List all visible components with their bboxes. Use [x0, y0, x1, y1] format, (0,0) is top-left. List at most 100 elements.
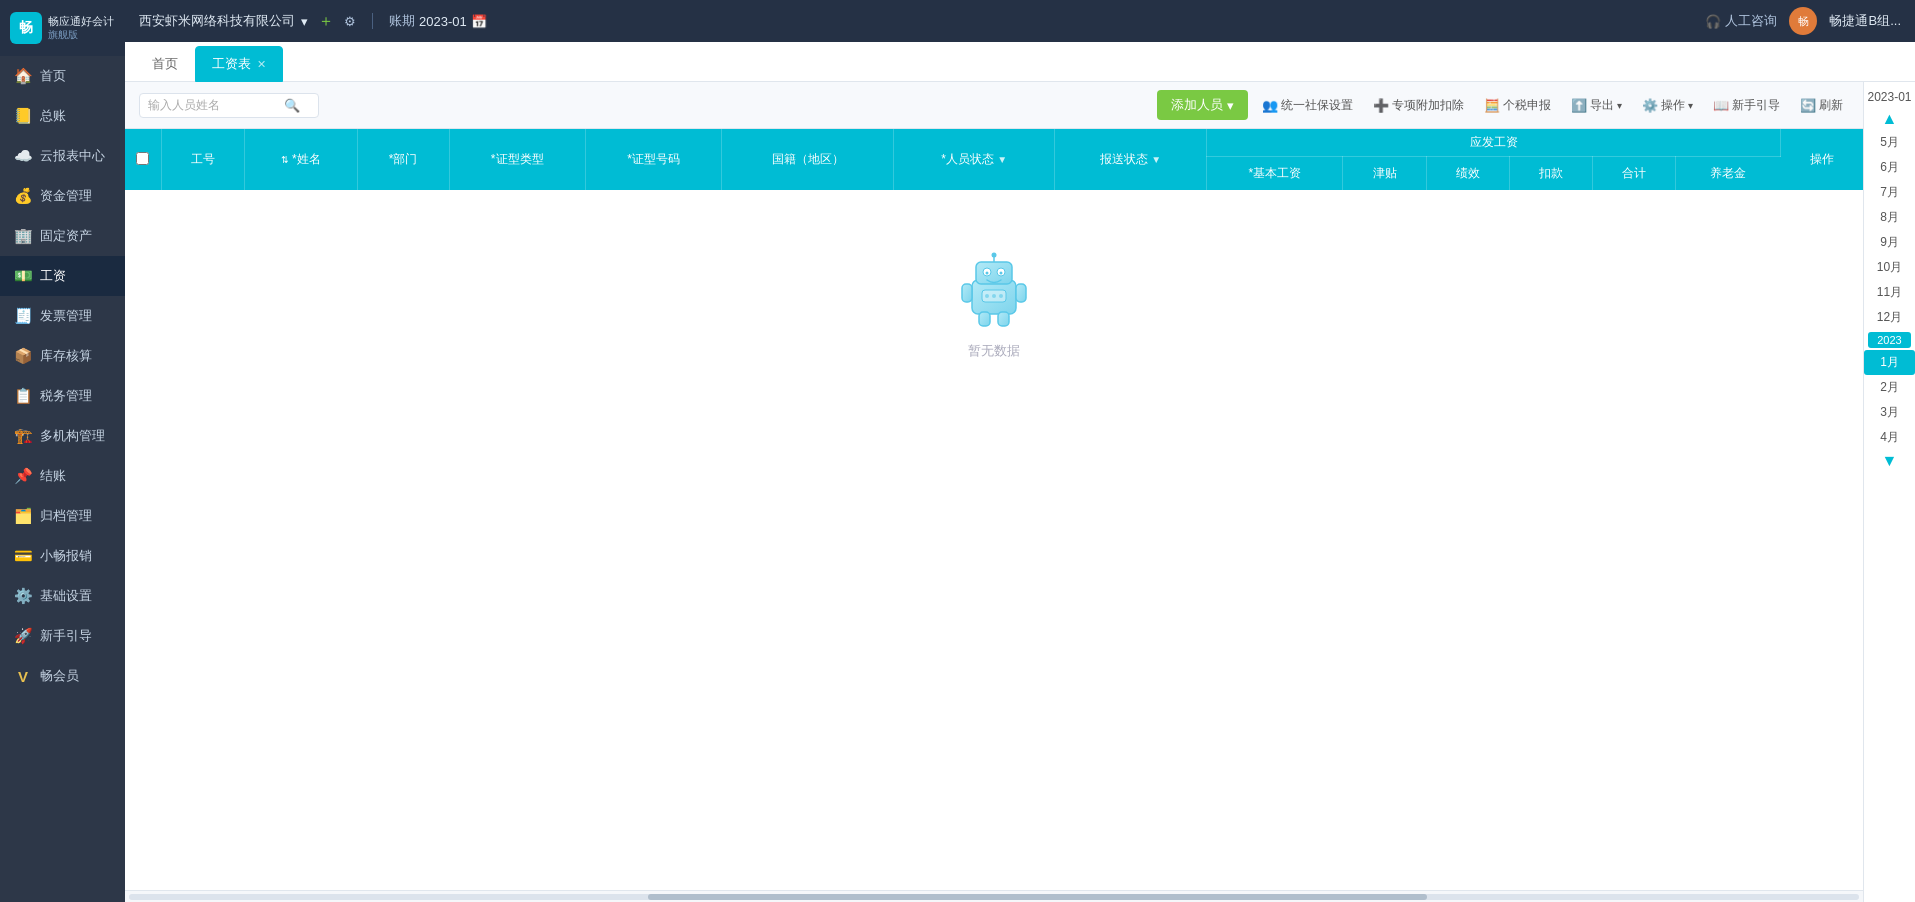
ledger-icon: 📒	[14, 107, 32, 125]
sidebar-item-guide[interactable]: 🚀 新手引导	[0, 616, 125, 656]
export-label: 导出	[1590, 97, 1614, 114]
select-all-checkbox[interactable]	[136, 152, 149, 165]
month-item-2023-03[interactable]: 3月	[1864, 400, 1915, 425]
export-icon: ⬆️	[1571, 98, 1587, 113]
sidebar-item-inventory[interactable]: 📦 库存核算	[0, 336, 125, 376]
month-item-2022-08[interactable]: 8月	[1864, 205, 1915, 230]
sidebar: 畅 畅应通好会计 旗舰版 🏠 首页 📒 总账 ☁️ 云报表中心 💰 资金管理 🏢…	[0, 0, 125, 902]
th-dept: *部门	[357, 129, 449, 190]
month-item-2022-10[interactable]: 10月	[1864, 255, 1915, 280]
sidebar-item-invoice[interactable]: 🧾 发票管理	[0, 296, 125, 336]
operate-dropdown: ▾	[1688, 100, 1693, 111]
content-area: 🔍 添加人员 ▾ 👥 统一社保设置 ➕ 专项附加扣除	[125, 82, 1915, 902]
th-report-status: 报送状态 ▼	[1055, 129, 1207, 190]
close-period-icon: 📌	[14, 467, 32, 485]
social-settings-label: 统一社保设置	[1281, 97, 1353, 114]
company-selector[interactable]: 西安虾米网络科技有限公司 ▾	[139, 12, 308, 30]
refresh-icon: 🔄	[1800, 98, 1816, 113]
scrollbar-area[interactable]	[125, 890, 1863, 902]
company-dropdown-icon: ▾	[301, 14, 308, 29]
sidebar-item-close[interactable]: 📌 结账	[0, 456, 125, 496]
month-nav-up[interactable]: ▲	[1864, 108, 1915, 130]
th-performance: 绩效	[1426, 157, 1509, 191]
topbar: 西安虾米网络科技有限公司 ▾ ＋ ⚙ 账期 2023-01 📅 🎧 人工咨询 畅…	[125, 0, 1915, 42]
settings-icon: ⚙️	[14, 587, 32, 605]
month-item-2023-01[interactable]: 1月	[1864, 350, 1915, 375]
multi-org-icon: 🏗️	[14, 427, 32, 445]
empty-text: 暂无数据	[968, 342, 1020, 360]
month-item-2022-06[interactable]: 6月	[1864, 155, 1915, 180]
th-action: 操作	[1781, 129, 1864, 190]
table-wrapper: 工号 ⇅ *姓名 *部门 *证型类型 *证型号码 国籍（地区） *人员状态 ▼ …	[125, 129, 1863, 890]
invoice-icon: 🧾	[14, 307, 32, 325]
search-input[interactable]	[148, 98, 278, 112]
sidebar-item-fixed-asset[interactable]: 🏢 固定资产	[0, 216, 125, 256]
sidebar-item-cloud-report[interactable]: ☁️ 云报表中心	[0, 136, 125, 176]
social-settings-btn[interactable]: 👥 统一社保设置	[1256, 93, 1359, 118]
personal-tax-btn[interactable]: 🧮 个税申报	[1478, 93, 1557, 118]
operate-btn[interactable]: ⚙️ 操作 ▾	[1636, 93, 1699, 118]
sidebar-item-fund[interactable]: 💰 资金管理	[0, 176, 125, 216]
operate-label: 操作	[1661, 97, 1685, 114]
th-cert-type: *证型类型	[449, 129, 585, 190]
search-box: 🔍	[139, 93, 319, 118]
month-item-2023-04[interactable]: 4月	[1864, 425, 1915, 450]
sidebar-item-ledger[interactable]: 📒 总账	[0, 96, 125, 136]
report-status-filter-icon[interactable]: ▼	[1151, 154, 1161, 165]
tab-home[interactable]: 首页	[135, 46, 195, 82]
tab-salary[interactable]: 工资表 ✕	[195, 46, 283, 82]
th-total: 合计	[1593, 157, 1676, 191]
refresh-btn[interactable]: 🔄 刷新	[1794, 93, 1849, 118]
sidebar-item-archive[interactable]: 🗂️ 归档管理	[0, 496, 125, 536]
sidebar-item-salary[interactable]: 💵 工资	[0, 256, 125, 296]
human-service-btn[interactable]: 🎧 人工咨询	[1705, 12, 1777, 30]
sidebar-item-member[interactable]: V 畅会员	[0, 656, 125, 696]
sidebar-item-multi-org[interactable]: 🏗️ 多机构管理	[0, 416, 125, 456]
empty-robot-icon	[954, 250, 1034, 330]
month-item-2022-09[interactable]: 9月	[1864, 230, 1915, 255]
emp-status-filter-icon[interactable]: ▼	[997, 154, 1007, 165]
sidebar-item-home[interactable]: 🏠 首页	[0, 56, 125, 96]
svg-rect-1	[976, 262, 1012, 284]
th-emp-no: 工号	[161, 129, 244, 190]
month-item-2022-11[interactable]: 11月	[1864, 280, 1915, 305]
toolbar-right: 添加人员 ▾ 👥 统一社保设置 ➕ 专项附加扣除 🧮 个税申报	[1157, 90, 1849, 120]
guide-icon: 🚀	[14, 627, 32, 645]
sidebar-label-guide: 新手引导	[40, 627, 92, 645]
topbar-add-icon[interactable]: ＋	[318, 11, 334, 32]
sidebar-item-expense[interactable]: 💳 小畅报销	[0, 536, 125, 576]
tab-close-salary[interactable]: ✕	[257, 58, 266, 71]
export-btn[interactable]: ⬆️ 导出 ▾	[1565, 93, 1628, 118]
sidebar-label-settings: 基础设置	[40, 587, 92, 605]
salary-icon: 💵	[14, 267, 32, 285]
sidebar-item-settings[interactable]: ⚙️ 基础设置	[0, 576, 125, 616]
th-country: 国籍（地区）	[722, 129, 894, 190]
tab-salary-label: 工资表	[212, 55, 251, 73]
special-deduct-btn[interactable]: ➕ 专项附加扣除	[1367, 93, 1470, 118]
sidebar-label-cloud: 云报表中心	[40, 147, 105, 165]
export-dropdown: ▾	[1617, 100, 1622, 111]
svg-rect-8	[962, 284, 972, 302]
sidebar-label-archive: 归档管理	[40, 507, 92, 525]
month-item-2023-02[interactable]: 2月	[1864, 375, 1915, 400]
sidebar-item-tax[interactable]: 📋 税务管理	[0, 376, 125, 416]
th-salary-group: 应发工资	[1207, 129, 1781, 157]
calendar-icon[interactable]: 📅	[471, 14, 487, 29]
month-item-2022-05[interactable]: 5月	[1864, 130, 1915, 155]
sidebar-label-fixed: 固定资产	[40, 227, 92, 245]
month-nav-down[interactable]: ▼	[1864, 450, 1915, 472]
topbar-settings-icon[interactable]: ⚙	[344, 14, 356, 29]
svg-rect-9	[1016, 284, 1026, 302]
toolbar: 🔍 添加人员 ▾ 👥 统一社保设置 ➕ 专项附加扣除	[125, 82, 1863, 129]
add-person-button[interactable]: 添加人员 ▾	[1157, 90, 1248, 120]
sidebar-label-ledger: 总账	[40, 107, 66, 125]
month-item-2022-07[interactable]: 7月	[1864, 180, 1915, 205]
operate-icon: ⚙️	[1642, 98, 1658, 113]
svg-point-7	[1000, 272, 1003, 275]
logo-sub: 旗舰版	[48, 28, 114, 42]
svg-rect-10	[979, 312, 990, 326]
month-panel-header: 2023-01	[1864, 86, 1915, 108]
guide-btn[interactable]: 📖 新手引导	[1707, 93, 1786, 118]
main-area: 西安虾米网络科技有限公司 ▾ ＋ ⚙ 账期 2023-01 📅 🎧 人工咨询 畅…	[125, 0, 1915, 902]
month-item-2022-12[interactable]: 12月	[1864, 305, 1915, 330]
